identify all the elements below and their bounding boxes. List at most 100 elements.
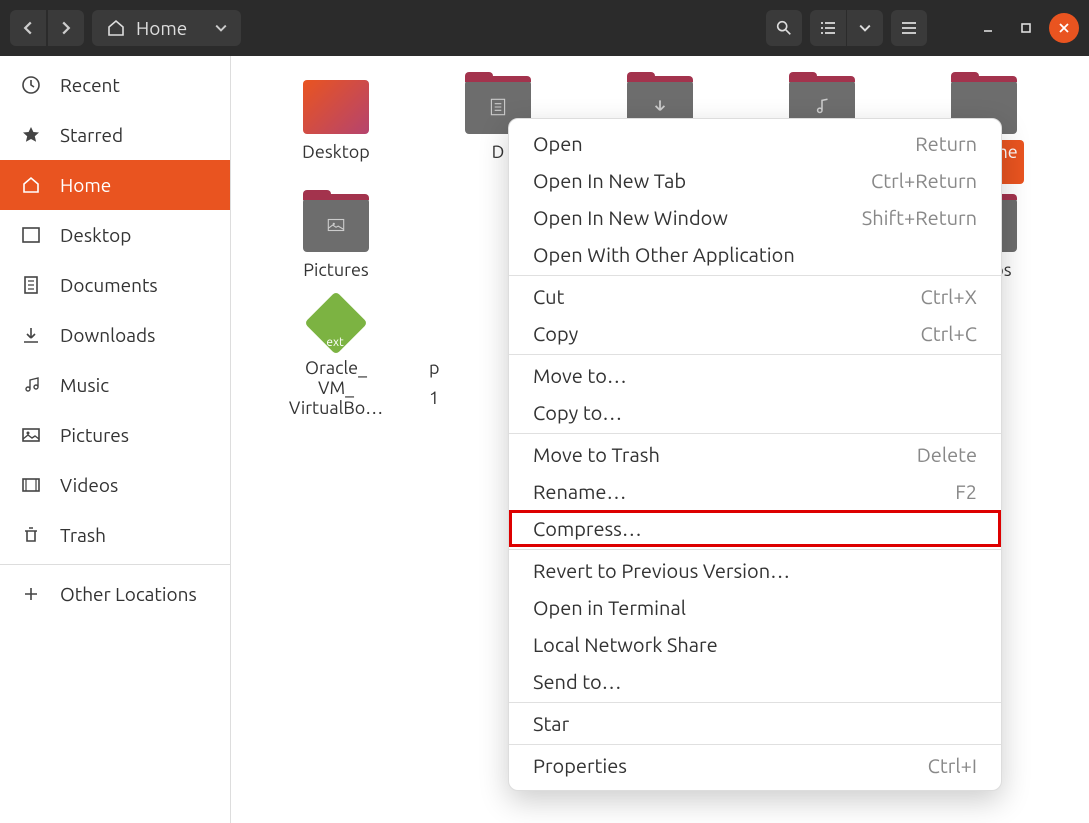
ctx-send-to[interactable]: Send to… (509, 663, 1001, 700)
ctx-label: Open With Other Application (533, 243, 795, 266)
ctx-accel: Return (915, 132, 977, 155)
hamburger-menu-button[interactable] (891, 10, 927, 46)
ctx-separator (509, 354, 1001, 355)
chevron-down-icon (215, 22, 227, 34)
ctx-separator (509, 744, 1001, 745)
sidebar-item-label: Videos (60, 474, 118, 496)
file-label: Oracle_ VM_ VirtualBo… (283, 356, 389, 420)
ctx-open-terminal[interactable]: Open in Terminal (509, 589, 1001, 626)
view-switcher (810, 10, 883, 46)
sidebar-item-pictures[interactable]: Pictures (0, 410, 230, 460)
file-label: D (486, 140, 511, 164)
ctx-label: Move to Trash (533, 443, 660, 466)
videos-icon (20, 474, 42, 496)
ctx-properties[interactable]: Properties Ctrl+I (509, 747, 1001, 784)
ctx-label: Compress… (533, 517, 642, 540)
ctx-copy[interactable]: Copy Ctrl+C (509, 315, 1001, 352)
music-icon (20, 374, 42, 396)
trash-icon (20, 524, 42, 546)
file-item-desktop[interactable]: Desktop (261, 76, 411, 184)
ctx-open-new-window[interactable]: Open In New Window Shift+Return (509, 199, 1001, 236)
clock-icon (20, 74, 42, 96)
sidebar-item-trash[interactable]: Trash (0, 510, 230, 560)
ctx-label: Cut (533, 285, 564, 308)
sidebar-item-label: Desktop (60, 224, 131, 246)
sidebar-item-documents[interactable]: Documents (0, 260, 230, 310)
ctx-label: Open In New Window (533, 206, 728, 229)
documents-icon (20, 274, 42, 296)
sidebar-item-downloads[interactable]: Downloads (0, 310, 230, 360)
sidebar-item-label: Downloads (60, 324, 155, 346)
ctx-compress[interactable]: Compress… (509, 510, 1001, 547)
sidebar-item-label: Documents (60, 274, 158, 296)
window-close-button[interactable] (1049, 13, 1079, 43)
path-bar[interactable]: Home (92, 10, 241, 46)
sidebar-item-desktop[interactable]: Desktop (0, 210, 230, 260)
star-icon (20, 124, 42, 146)
ctx-network-share[interactable]: Local Network Share (509, 626, 1001, 663)
file-label: p (423, 356, 446, 380)
view-list-button[interactable] (810, 10, 846, 46)
folder-icon (303, 198, 369, 252)
ctx-rename[interactable]: Rename… F2 (509, 473, 1001, 510)
file-label: 1 (423, 386, 445, 410)
download-icon (20, 324, 42, 346)
ctx-label: Send to… (533, 670, 622, 693)
ctx-copy-to[interactable]: Copy to… (509, 394, 1001, 431)
sidebar-item-recent[interactable]: Recent (0, 60, 230, 110)
folder-icon (303, 80, 369, 134)
ctx-accel: Ctrl+Return (871, 169, 977, 192)
window-minimize-button[interactable] (973, 13, 1003, 43)
ctx-accel: Ctrl+X (920, 285, 977, 308)
ctx-label: Local Network Share (533, 633, 718, 656)
ctx-label: Open (533, 132, 583, 155)
home-icon (106, 18, 126, 38)
window-maximize-button[interactable] (1011, 13, 1041, 43)
sidebar: Recent Starred Home Desktop Documents Do… (0, 56, 231, 823)
ctx-separator (509, 549, 1001, 550)
ctx-move-to[interactable]: Move to… (509, 357, 1001, 394)
ctx-revert[interactable]: Revert to Previous Version… (509, 552, 1001, 589)
sidebar-item-home[interactable]: Home (0, 160, 230, 210)
ctx-label: Rename… (533, 480, 626, 503)
sidebar-item-label: Music (60, 374, 109, 396)
ctx-label: Copy (533, 322, 578, 345)
ctx-label: Star (533, 712, 569, 735)
file-label: Desktop (296, 140, 376, 164)
ctx-open[interactable]: Open Return (509, 125, 1001, 162)
ctx-accel: Ctrl+I (928, 754, 977, 777)
ctx-open-with[interactable]: Open With Other Application (509, 236, 1001, 273)
ctx-trash[interactable]: Move to Trash Delete (509, 436, 1001, 473)
nav-forward-button[interactable] (48, 10, 84, 46)
sidebar-item-label: Starred (60, 124, 123, 146)
ctx-label: Revert to Previous Version… (533, 559, 790, 582)
ctx-cut[interactable]: Cut Ctrl+X (509, 278, 1001, 315)
ctx-accel: F2 (955, 480, 977, 503)
sidebar-item-music[interactable]: Music (0, 360, 230, 410)
path-label: Home (136, 17, 187, 39)
sidebar-item-label: Home (60, 174, 111, 196)
sidebar-item-label: Other Locations (60, 583, 197, 605)
ctx-separator (509, 275, 1001, 276)
file-item-pictures[interactable]: Pictures (261, 194, 411, 282)
home-icon (20, 174, 42, 196)
sidebar-item-other-locations[interactable]: Other Locations (0, 569, 230, 619)
sidebar-item-label: Trash (60, 524, 106, 546)
sidebar-item-label: Recent (60, 74, 120, 96)
sidebar-separator (0, 564, 230, 565)
view-options-button[interactable] (847, 10, 883, 46)
nav-back-button[interactable] (10, 10, 46, 46)
ctx-label: Open in Terminal (533, 596, 686, 619)
sidebar-item-starred[interactable]: Starred (0, 110, 230, 160)
titlebar: Home (0, 0, 1089, 56)
search-button[interactable] (766, 10, 802, 46)
desktop-icon (20, 224, 42, 246)
ctx-star[interactable]: Star (509, 705, 1001, 742)
file-item-virtualbox-ext[interactable]: ext Oracle_ VM_ VirtualBo… (261, 292, 411, 420)
ctx-accel: Delete (917, 443, 977, 466)
package-icon: ext (303, 296, 369, 350)
plus-icon (20, 583, 42, 605)
ctx-label: Move to… (533, 364, 627, 387)
sidebar-item-videos[interactable]: Videos (0, 460, 230, 510)
ctx-open-new-tab[interactable]: Open In New Tab Ctrl+Return (509, 162, 1001, 199)
